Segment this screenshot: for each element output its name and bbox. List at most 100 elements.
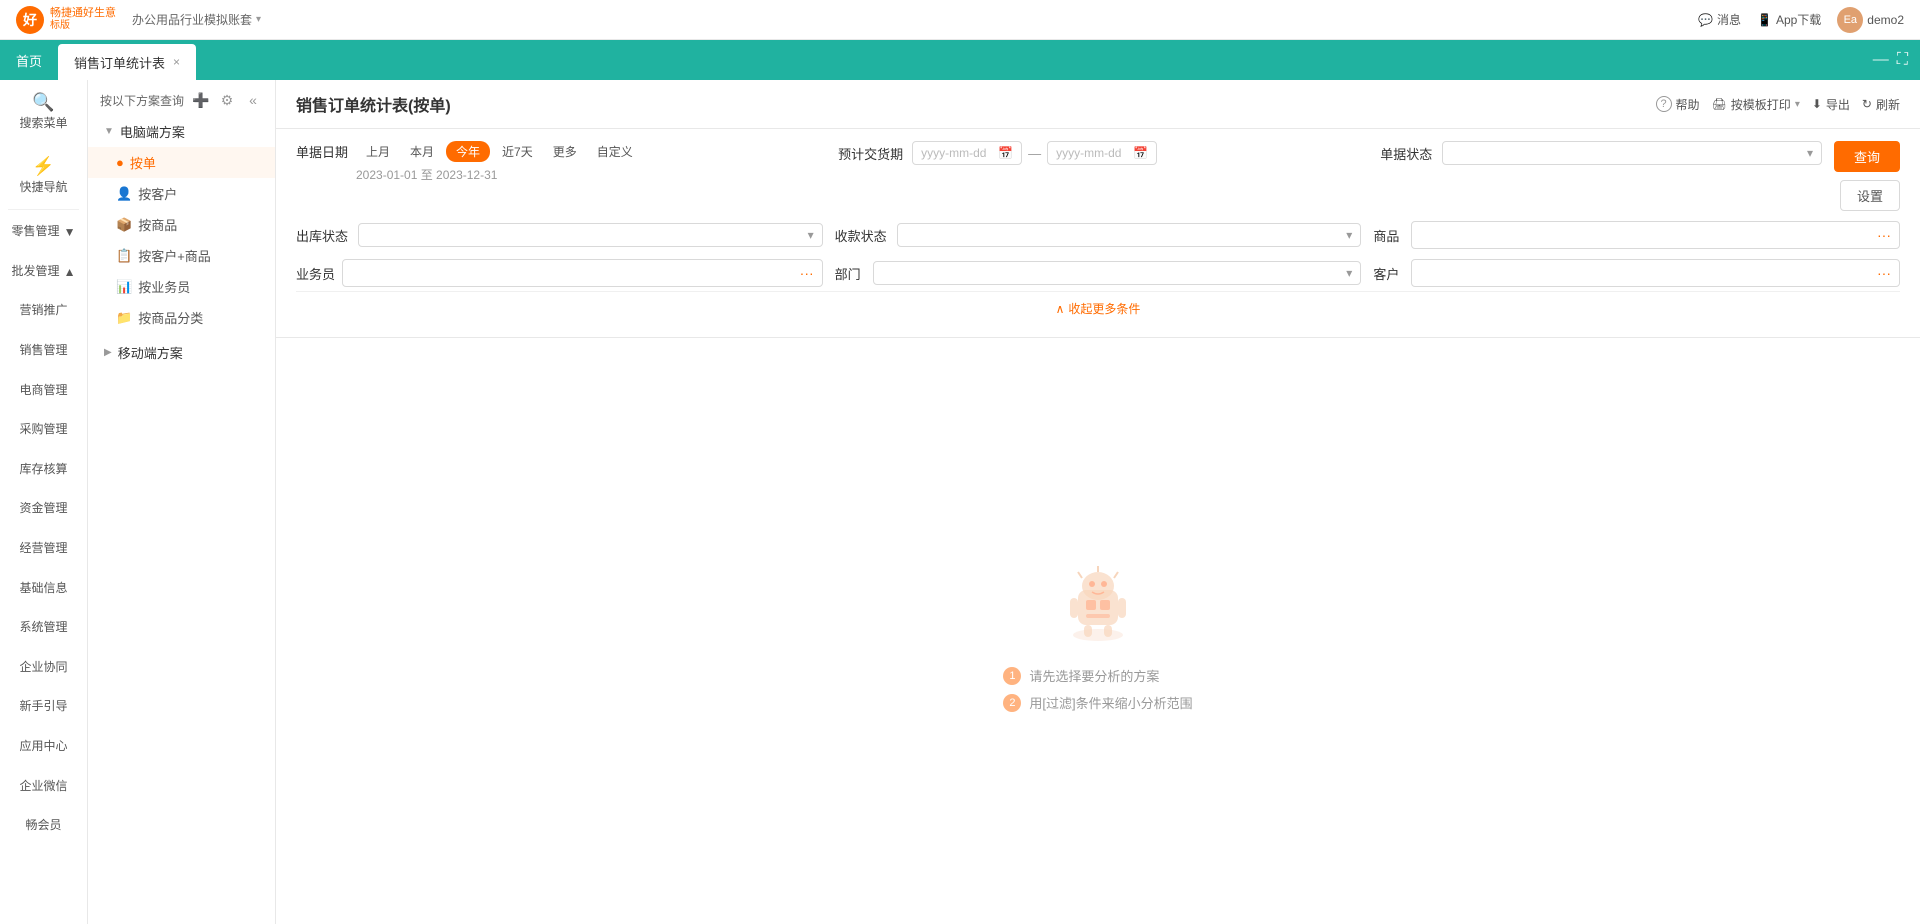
wholesale-arrow-icon: ▲	[64, 265, 76, 279]
tab-active[interactable]: 销售订单统计表 ×	[58, 44, 196, 80]
retail-arrow-icon: ▼	[64, 225, 76, 239]
sidebar-item-wholesale[interactable]: 批发管理 ▲	[0, 252, 87, 292]
sidebar-item-newbie[interactable]: 新手引导	[0, 687, 87, 727]
by-cust-prod-label: 按客户+商品	[138, 246, 211, 265]
sidebar-item-purchase[interactable]: 采购管理	[0, 410, 87, 450]
sidebar-item-marketing[interactable]: 营销推广	[0, 291, 87, 331]
top-bar: 好 畅捷通好生意 标版 办公用品行业模拟账套 ▾ 💬 消息 📱 App下载 Ea…	[0, 0, 1920, 40]
delivery-status-select[interactable]: ▾	[358, 223, 823, 247]
tab-home[interactable]: 首页	[0, 40, 58, 80]
sidebar-item-quick-nav[interactable]: ⚡ 快捷导航	[0, 144, 87, 208]
username-label: demo2	[1867, 13, 1904, 27]
status-label: 单据状态	[1380, 144, 1436, 163]
customer-label: 客户	[1373, 264, 1405, 283]
export-btn[interactable]: ⬇ 导出	[1812, 96, 1850, 113]
filter-area: 单据日期 上月 本月 今年 近7天 更多 自定义 2023-01-0	[276, 129, 1920, 338]
collapse-arrow-icon: ∧	[1056, 302, 1065, 316]
top-bar-left: 好 畅捷通好生意 标版 办公用品行业模拟账套 ▾	[16, 6, 261, 34]
refresh-btn[interactable]: ↻ 刷新	[1862, 96, 1900, 113]
sidebar-item-search[interactable]: 🔍 搜索菜单	[0, 80, 87, 144]
date-btn-custom[interactable]: 自定义	[589, 141, 641, 162]
sidebar-label-wechat: 企业微信	[19, 779, 67, 795]
sidebar-item-member[interactable]: 畅会员	[0, 806, 87, 846]
tree-label-mobile: 移动端方案	[118, 343, 183, 362]
sidebar-item-basic[interactable]: 基础信息	[0, 569, 87, 609]
by-customer-label: 按客户	[138, 184, 177, 203]
by-salesman-icon: 📊	[116, 279, 132, 295]
tree-label-pc: 电脑端方案	[120, 122, 185, 141]
sidebar-item-enterprise[interactable]: 企业协同	[0, 648, 87, 688]
page-header: 销售订单统计表(按单) ? 帮助 🖨 按模板打印 ▾ ⬇ 导出	[276, 80, 1920, 129]
tree-section-mobile[interactable]: ▶ 移动端方案	[88, 337, 275, 368]
template-print-label: 按模板打印	[1731, 96, 1791, 113]
sidebar-label-sales: 销售管理	[19, 343, 67, 359]
tree-item-by-salesman[interactable]: 📊 按业务员	[88, 271, 275, 302]
collapse-more-btn[interactable]: ∧ 收起更多条件	[296, 291, 1900, 325]
dept-select[interactable]: ▾	[873, 261, 1362, 285]
sidebar-divider-1	[8, 209, 79, 210]
help-btn[interactable]: ? 帮助	[1656, 96, 1700, 113]
salesman-dots: ···	[800, 265, 814, 281]
query-btn[interactable]: 查询	[1834, 141, 1900, 172]
tab-close-btn[interactable]: ×	[173, 55, 180, 69]
user-avatar-area[interactable]: Ea demo2	[1837, 7, 1904, 33]
sidebar-item-inventory[interactable]: 库存核算	[0, 450, 87, 490]
status-arrow-icon: ▾	[1807, 146, 1813, 160]
tree-item-by-cust-prod[interactable]: 📋 按客户+商品	[88, 240, 275, 271]
sidebar-label-member: 畅会员	[25, 818, 61, 834]
calendar-end-icon: 📅	[1133, 146, 1148, 160]
message-btn[interactable]: 💬 消息	[1698, 11, 1741, 28]
date-btn-this-year[interactable]: 今年	[446, 141, 490, 162]
sidebar-item-sales[interactable]: 销售管理	[0, 331, 87, 371]
payment-status-select[interactable]: ▾	[897, 223, 1362, 247]
sidebar-item-system[interactable]: 系统管理	[0, 608, 87, 648]
tree-item-by-product[interactable]: 📦 按商品	[88, 209, 275, 240]
date-separator: —	[1028, 146, 1041, 161]
avatar: Ea	[1837, 7, 1863, 33]
empty-tip-2: 2 用[过滤]条件来缩小分析范围	[1003, 693, 1192, 712]
tab-minimize-btn[interactable]: —	[1873, 51, 1889, 69]
left-panel-title: 按以下方案查询	[100, 92, 184, 109]
settings-scheme-btn[interactable]: ⚙	[217, 90, 237, 110]
customer-dots: ···	[1877, 265, 1891, 281]
sidebar-label-operations: 经营管理	[19, 541, 67, 557]
goods-input[interactable]: ···	[1411, 221, 1900, 249]
goods-label: 商品	[1373, 226, 1405, 245]
tree-item-by-customer[interactable]: 👤 按客户	[88, 178, 275, 209]
tab-maximize-btn[interactable]: ⛶	[1897, 51, 1908, 69]
date-btn-more[interactable]: 更多	[545, 141, 585, 162]
help-label: 帮助	[1676, 96, 1700, 113]
sidebar-item-appcenter[interactable]: 应用中心	[0, 727, 87, 767]
add-scheme-btn[interactable]: ➕	[191, 90, 211, 110]
customer-input[interactable]: ···	[1411, 259, 1900, 287]
tree-item-by-category[interactable]: 📁 按商品分类	[88, 302, 275, 333]
date-btn-last-month[interactable]: 上月	[358, 141, 398, 162]
status-select[interactable]: ▾	[1442, 141, 1822, 165]
sidebar-label-newbie: 新手引导	[19, 699, 67, 715]
sidebar-item-operations[interactable]: 经营管理	[0, 529, 87, 569]
tree-section-pc[interactable]: ▼ 电脑端方案	[88, 116, 275, 147]
date-btn-7days[interactable]: 近7天	[494, 141, 541, 162]
delivery-date-start-input[interactable]: yyyy-mm-dd 📅	[912, 141, 1022, 165]
sidebar-item-ecommerce[interactable]: 电商管理	[0, 371, 87, 411]
sidebar-item-wechat[interactable]: 企业微信	[0, 767, 87, 807]
template-print-btn[interactable]: 🖨 按模板打印 ▾	[1712, 96, 1800, 113]
collapse-panel-btn[interactable]: «	[243, 90, 263, 110]
sidebar-item-retail[interactable]: 零售管理 ▼	[0, 212, 87, 252]
date-btn-this-month[interactable]: 本月	[402, 141, 442, 162]
setting-btn[interactable]: 设置	[1840, 180, 1900, 211]
delivery-date-end-input[interactable]: yyyy-mm-dd 📅	[1047, 141, 1157, 165]
sidebar-item-finance[interactable]: 资金管理	[0, 489, 87, 529]
app-download-label: App下载	[1776, 11, 1821, 28]
tip-2-text: 用[过滤]条件来缩小分析范围	[1029, 693, 1192, 712]
salesman-input[interactable]: ···	[342, 259, 823, 287]
breadcrumb-arrow[interactable]: ▾	[256, 14, 261, 25]
app-download-btn[interactable]: 📱 App下载	[1757, 11, 1821, 28]
tree-item-by-order[interactable]: ● 按单	[88, 147, 275, 178]
sidebar-label-basic: 基础信息	[19, 581, 67, 597]
message-label: 消息	[1717, 11, 1741, 28]
top-bar-right: 💬 消息 📱 App下载 Ea demo2	[1698, 7, 1904, 33]
app-download-icon: 📱	[1757, 13, 1772, 27]
salesman-label: 业务员	[296, 264, 336, 283]
sidebar: 🔍 搜索菜单 ⚡ 快捷导航 零售管理 ▼ 批发管理 ▲ 营销推广 销售管理 电商…	[0, 80, 88, 924]
